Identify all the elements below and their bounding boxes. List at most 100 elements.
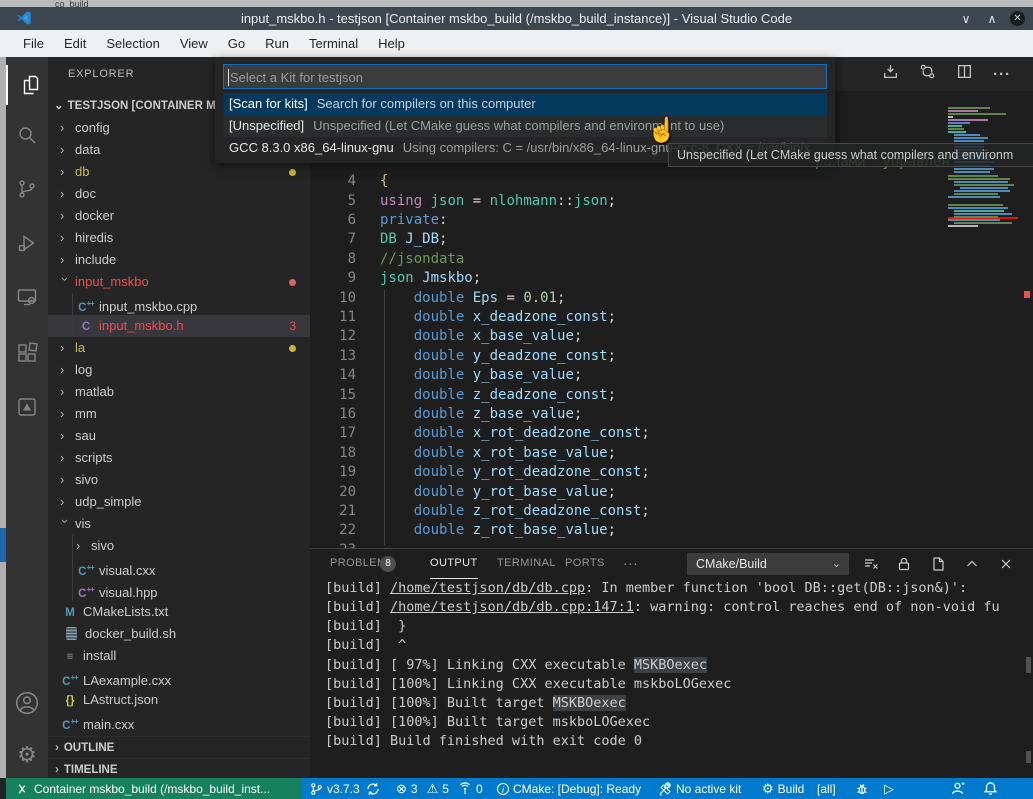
window-minimize-icon[interactable]: ∨ [958, 12, 974, 26]
window-close-icon[interactable]: ✕ [1010, 11, 1025, 26]
line-number[interactable]: 19 [310, 464, 356, 480]
close-panel-icon[interactable] [997, 555, 1015, 573]
settings-gear-icon[interactable]: ⚙ [6, 735, 48, 775]
cmake-status[interactable]: i CMake: [Debug]: Ready [497, 778, 641, 799]
build-button[interactable]: ⚙ Build [762, 778, 804, 799]
menu-selection[interactable]: Selection [97, 33, 168, 54]
lock-autoscroll-icon[interactable] [895, 555, 913, 573]
problems-status[interactable]: ⊗ 3 ⚠ 5 [396, 778, 449, 799]
output-channel-select[interactable]: CMake/Build ⌄ [687, 553, 849, 575]
tree-item-udp_simple[interactable]: › udp_simple [48, 491, 310, 513]
menu-file[interactable]: File [14, 33, 53, 54]
line-number[interactable]: 8 [310, 251, 356, 267]
tree-item-install[interactable]: ≡ install [48, 645, 310, 667]
open-log-file-icon[interactable] [929, 555, 947, 573]
window-maximize-icon[interactable]: ∧ [984, 12, 1000, 26]
maximize-panel-icon[interactable] [963, 555, 981, 573]
tree-item-input_mskbo.cpp[interactable]: C++ input_mskbo.cpp [48, 293, 310, 315]
quickpick-input[interactable]: Select a Kit for testjson [223, 64, 827, 89]
line-number[interactable]: 11 [310, 309, 356, 325]
tree-item-CMakeLists.txt[interactable]: M CMakeLists.txt [48, 601, 310, 623]
file-link[interactable]: /home/testjson/db/db.cpp [390, 580, 585, 596]
run-below-icon[interactable] [882, 63, 899, 85]
line-number[interactable]: 10 [310, 290, 356, 306]
search-icon[interactable] [6, 115, 48, 155]
tree-item-scripts[interactable]: › scripts [48, 447, 310, 469]
tree-item-log[interactable]: › log [48, 359, 310, 381]
sync-status[interactable] [366, 778, 380, 799]
kit-status[interactable]: No active kit [658, 778, 741, 799]
file-link[interactable]: /home/testjson/db/db.cpp:147:1 [390, 599, 634, 615]
tree-item-visual.cxx[interactable]: C++ visual.cxx [48, 557, 310, 579]
line-number[interactable]: 16 [310, 406, 356, 422]
panel-scrollbar[interactable] [1026, 657, 1031, 673]
tree-item-matlab[interactable]: › matlab [48, 381, 310, 403]
feedback-button[interactable] [950, 778, 965, 799]
line-number[interactable]: 20 [310, 484, 356, 500]
tree-item-mm[interactable]: › mm [48, 403, 310, 425]
launch-status[interactable]: ▷ [884, 778, 894, 799]
explorer-icon[interactable] [6, 65, 50, 105]
line-number[interactable]: 18 [310, 445, 356, 461]
compare-changes-icon[interactable] [919, 63, 936, 85]
remote-explorer-icon[interactable] [6, 277, 48, 317]
source-control-icon[interactable] [6, 169, 48, 209]
tree-item-vis[interactable]: › vis [48, 513, 310, 535]
line-number[interactable]: 13 [310, 348, 356, 364]
tree-item-LAexample.cxx[interactable]: C++ LAexample.cxx [48, 667, 310, 689]
cmake-icon[interactable] [6, 387, 48, 427]
menu-help[interactable]: Help [369, 33, 414, 54]
line-number[interactable]: 17 [310, 425, 356, 441]
tree-item-sivo[interactable]: › sivo [48, 469, 310, 491]
tree-item-LAstruct.json[interactable]: {} LAstruct.json [48, 689, 310, 711]
account-icon[interactable] [6, 683, 48, 723]
menu-view[interactable]: View [171, 33, 217, 54]
tree-item-input_mskbo[interactable]: › input_mskbo [48, 271, 310, 293]
notifications-button[interactable] [983, 778, 998, 799]
line-number[interactable]: 14 [310, 367, 356, 383]
tree-item-sivo[interactable]: › sivo [48, 535, 310, 557]
split-editor-icon[interactable] [956, 63, 973, 85]
build-target[interactable]: [all] [817, 778, 836, 799]
panel-more-icon[interactable]: ··· [623, 549, 638, 578]
quickpick-item-2[interactable]: [Unspecified] Unspecified (Let CMake gues… [223, 115, 827, 137]
title-bar[interactable]: input_mskbo.h - testjson [Container mskb… [0, 7, 1033, 30]
line-number[interactable]: 9 [310, 270, 356, 286]
line-number[interactable]: 21 [310, 503, 356, 519]
debug-status[interactable] [855, 778, 869, 799]
tree-item-hiredis[interactable]: › hiredis [48, 227, 310, 249]
tree-item-db[interactable]: › db [48, 161, 310, 183]
line-number[interactable]: 22 [310, 522, 356, 538]
git-branch-status[interactable]: v3.7.3 [310, 778, 360, 799]
tree-item-input_mskbo.h[interactable]: Cinput_mskbo.h 3 [48, 315, 310, 337]
tree-item-doc[interactable]: › doc [48, 183, 310, 205]
line-number[interactable]: 12 [310, 328, 356, 344]
run-and-debug-icon[interactable] [6, 223, 48, 263]
tree-item-sau[interactable]: › sau [48, 425, 310, 447]
more-actions-icon[interactable]: ··· [993, 66, 1011, 83]
outline-section-header[interactable]: › OUTLINE [48, 736, 310, 759]
tree-item-la[interactable]: › la [48, 337, 310, 359]
quickpick-item-1[interactable]: [Scan for kits] Search for compilers on t… [223, 93, 827, 115]
extensions-icon[interactable] [6, 333, 48, 373]
menu-terminal[interactable]: Terminal [300, 33, 367, 54]
line-number[interactable]: 6 [310, 212, 356, 228]
tree-item-docker_build.sh[interactable]: docker_build.sh [48, 623, 310, 645]
tree-item-include[interactable]: › include [48, 249, 310, 271]
ports-status[interactable]: 0 [458, 778, 483, 799]
clear-output-icon[interactable] [862, 555, 880, 573]
tree-item-main.cxx[interactable]: C++ main.cxx [48, 711, 310, 733]
line-number[interactable]: 15 [310, 387, 356, 403]
panel-scrollbar[interactable] [1026, 751, 1031, 763]
tree-item-docker[interactable]: › docker [48, 205, 310, 227]
menu-edit[interactable]: Edit [55, 33, 95, 54]
line-number[interactable]: 7 [310, 231, 356, 247]
menu-go[interactable]: Go [219, 33, 254, 54]
line-number[interactable]: 4 [310, 173, 356, 189]
tab-output[interactable]: OUTPUT [430, 549, 478, 579]
tab-ports[interactable]: PORTS [565, 549, 605, 578]
tab-terminal[interactable]: TERMINAL [497, 549, 556, 578]
remote-indicator[interactable]: Container mskbo_build (/mskbo_build_inst… [6, 778, 302, 799]
tree-item-visual.hpp[interactable]: C++ visual.hpp [48, 579, 310, 601]
line-number[interactable]: 5 [310, 193, 356, 209]
